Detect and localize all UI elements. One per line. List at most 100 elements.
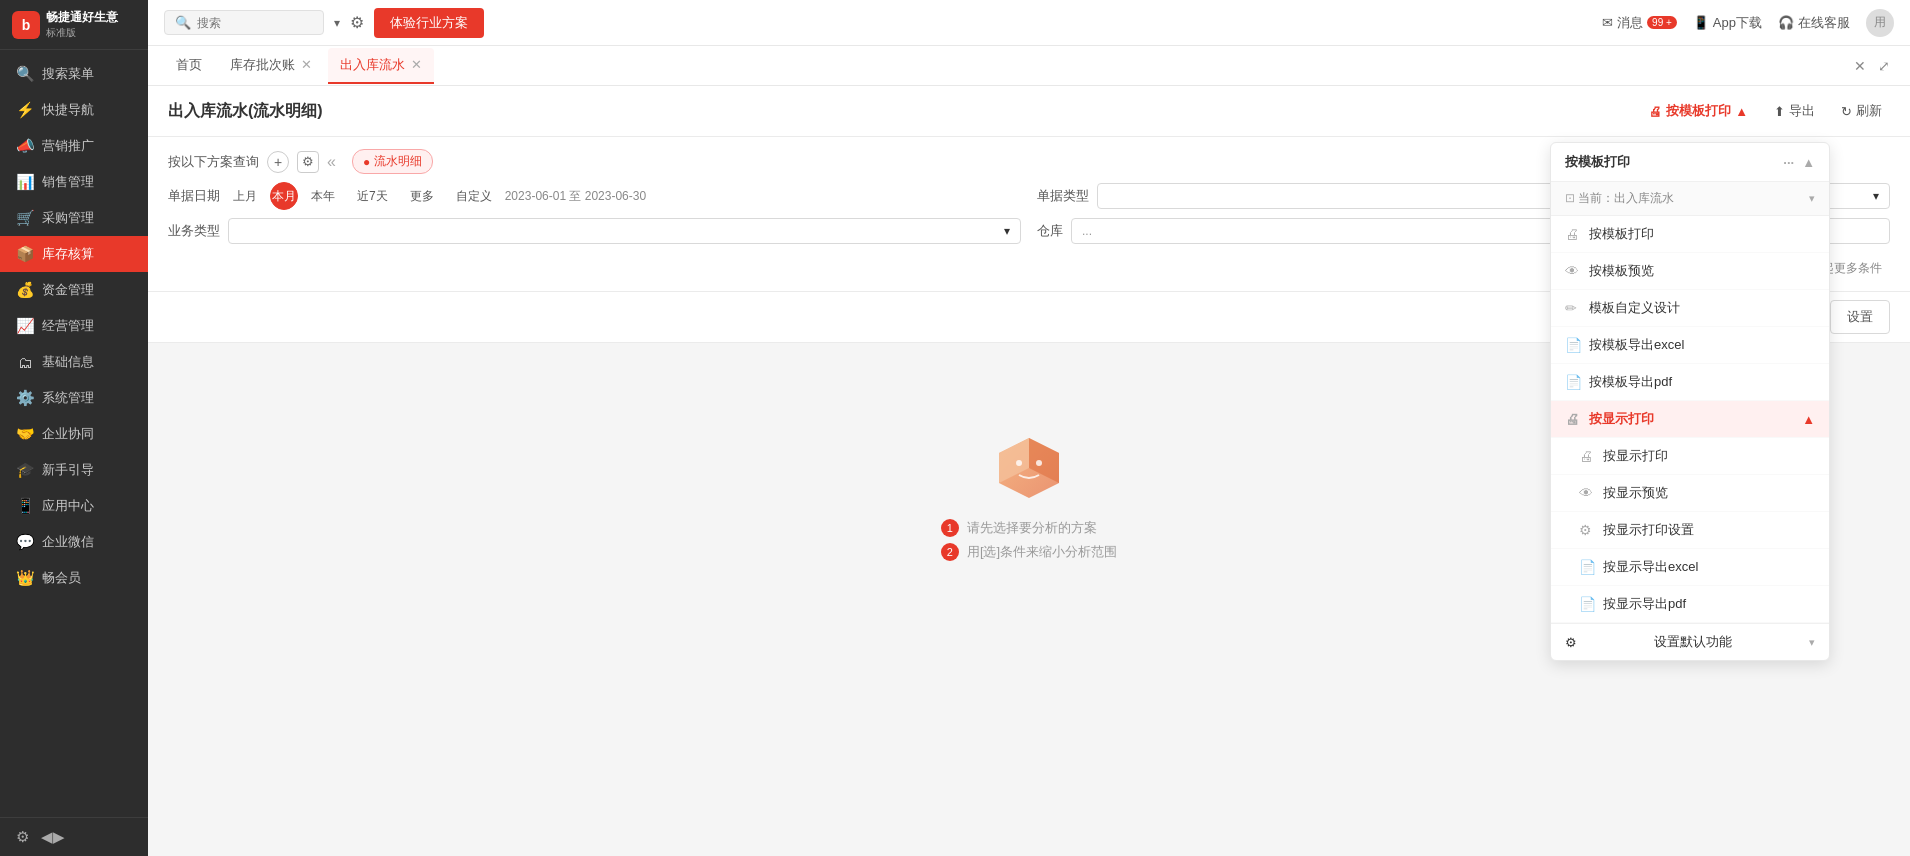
date-btn-more[interactable]: 更多 [401, 184, 443, 209]
tab-flow-detail[interactable]: 出入库流水 ✕ [328, 48, 434, 84]
sidebar-item-label-purchase: 采购管理 [42, 209, 94, 227]
display-section-chevron[interactable]: ▲ [1802, 412, 1815, 427]
export-icon: ⬆ [1774, 104, 1785, 119]
sidebar-item-operation[interactable]: 📈 经营管理 [0, 308, 148, 344]
sidebar-item-label-inventory: 库存核算 [42, 245, 94, 263]
plus-icon: + [274, 154, 282, 170]
sidebar-item-label-marketing: 营销推广 [42, 137, 94, 155]
sidebar-item-inventory[interactable]: 📦 库存核算 [0, 236, 148, 272]
dropdown-item-display-settings[interactable]: ⚙ 按显示打印设置 [1551, 512, 1829, 549]
coop-icon: 🤝 [16, 425, 34, 443]
sidebar-item-basic[interactable]: 🗂 基础信息 [0, 344, 148, 380]
sidebar-item-label-operation: 经营管理 [42, 317, 94, 335]
sidebar-item-label-coop: 企业协同 [42, 425, 94, 443]
hint-num-2: 2 [941, 543, 959, 561]
dropdown-display-section-header[interactable]: 🖨 按显示打印 ▲ [1551, 401, 1829, 438]
filter-setting-button[interactable]: ⚙ [297, 151, 319, 173]
warehouse-label: 仓库 [1037, 222, 1063, 240]
sidebar-item-coop[interactable]: 🤝 企业协同 [0, 416, 148, 452]
industry-solution-button[interactable]: 体验行业方案 [374, 8, 484, 38]
dropdown-item-display-excel[interactable]: 📄 按显示导出excel [1551, 549, 1829, 586]
wechat-icon: 💬 [16, 533, 34, 551]
sidebar-item-finance[interactable]: 💰 资金管理 [0, 272, 148, 308]
tab-batch-close-icon[interactable]: ✕ [301, 57, 312, 72]
sidebar-item-marketing[interactable]: 📣 营销推广 [0, 128, 148, 164]
search-icon: 🔍 [16, 65, 34, 83]
display-print-icon: 🖨 [1579, 448, 1595, 464]
sidebar-item-newbie[interactable]: 🎓 新手引导 [0, 452, 148, 488]
dropdown-item-display-print[interactable]: 🖨 按显示打印 [1551, 438, 1829, 475]
business-type-select[interactable]: ▾ [228, 218, 1021, 244]
topbar-dropdown-icon[interactable]: ▾ [334, 16, 340, 30]
sidebar-item-purchase[interactable]: 🛒 采购管理 [0, 200, 148, 236]
refresh-button[interactable]: ↻ 刷新 [1833, 98, 1890, 124]
date-btn-last-month[interactable]: 上月 [224, 184, 266, 209]
dropdown-item-template-print[interactable]: 🖨 按模板打印 [1551, 216, 1829, 253]
dropdown-current-chevron[interactable]: ▾ [1809, 192, 1815, 205]
sidebar-item-system[interactable]: ⚙️ 系统管理 [0, 380, 148, 416]
sidebar-item-search[interactable]: 🔍 搜索菜单 [0, 56, 148, 92]
message-icon: ✉ [1602, 15, 1613, 30]
date-btn-custom[interactable]: 自定义 [447, 184, 501, 209]
dropdown-item-label-template-excel: 按模板导出excel [1589, 336, 1684, 354]
filter-add-button[interactable]: + [267, 151, 289, 173]
dropdown-footer[interactable]: ⚙ 设置默认功能 ▾ [1551, 623, 1829, 660]
dropdown-item-template-custom[interactable]: ✏ 模板自定义设计 [1551, 290, 1829, 327]
sidebar-item-quick-nav[interactable]: ⚡ 快捷导航 [0, 92, 148, 128]
footer-gear-icon: ⚙ [1565, 635, 1577, 650]
dropdown-expand-icon[interactable]: ▲ [1802, 155, 1815, 170]
dropdown-item-template-pdf[interactable]: 📄 按模板导出pdf [1551, 364, 1829, 401]
filter-label-group: 按以下方案查询 + ⚙ « [168, 151, 336, 173]
sidebar-item-label-wechat: 企业微信 [42, 533, 94, 551]
dropdown-item-label-template-custom: 模板自定义设计 [1589, 299, 1680, 317]
topbar-search[interactable]: 🔍 [164, 10, 324, 35]
sidebar-item-label-basic: 基础信息 [42, 353, 94, 371]
tab-maximize-icon[interactable]: ⤢ [1874, 54, 1894, 78]
sidebar-item-vip[interactable]: 👑 畅会员 [0, 560, 148, 596]
avatar[interactable]: 用 [1866, 9, 1894, 37]
dropdown-item-label-template-pdf: 按模板导出pdf [1589, 373, 1672, 391]
sidebar-footer: ⚙ ◀▶ [0, 817, 148, 856]
topbar-gear-icon[interactable]: ⚙ [350, 13, 364, 32]
dropdown-item-display-preview[interactable]: 👁 按显示预览 [1551, 475, 1829, 512]
app-download-button[interactable]: 📱 App下载 [1693, 14, 1762, 32]
date-btn-this-year[interactable]: 本年 [302, 184, 344, 209]
hint-num-1: 1 [941, 519, 959, 537]
sidebar-settings-icon[interactable]: ⚙ [16, 828, 29, 846]
date-filter: 单据日期 上月 本月 本年 近7天 更多 自定义 2023-06-01 至 20… [168, 182, 1021, 210]
sidebar-collapse-icon[interactable]: ◀▶ [41, 828, 65, 846]
online-service-button[interactable]: 🎧 在线客服 [1778, 14, 1850, 32]
tab-flow-close-icon[interactable]: ✕ [411, 57, 422, 72]
date-btn-this-month[interactable]: 本月 [270, 182, 298, 210]
tab-home-label: 首页 [176, 56, 202, 74]
tab-home[interactable]: 首页 [164, 48, 214, 84]
date-btn-7days[interactable]: 近7天 [348, 184, 397, 209]
sidebar: b 畅捷通好生意 标准版 🔍 搜索菜单 ⚡ 快捷导航 📣 营销推广 📊 销售管理… [0, 0, 148, 856]
system-icon: ⚙️ [16, 389, 34, 407]
print-template-button[interactable]: 🖨 按模板打印 ▲ [1641, 98, 1756, 124]
message-button[interactable]: ✉ 消息 99 + [1602, 14, 1677, 32]
sidebar-item-wechat[interactable]: 💬 企业微信 [0, 524, 148, 560]
dropdown-item-template-excel[interactable]: 📄 按模板导出excel [1551, 327, 1829, 364]
dropdown-item-display-pdf[interactable]: 📄 按显示导出pdf [1551, 586, 1829, 623]
print-dropdown-chevron[interactable]: ▲ [1735, 104, 1748, 119]
dropdown-item-label-template-preview: 按模板预览 [1589, 262, 1654, 280]
dropdown-item-template-preview[interactable]: 👁 按模板预览 [1551, 253, 1829, 290]
message-badge: 99 + [1647, 16, 1677, 29]
dropdown-more-icon[interactable]: ··· [1783, 155, 1794, 170]
pdf-item-icon: 📄 [1565, 374, 1581, 390]
settings-button[interactable]: 设置 [1830, 300, 1890, 334]
dropdown-header: 按模板打印 ··· ▲ [1551, 143, 1829, 182]
sales-icon: 📊 [16, 173, 34, 191]
search-input[interactable] [197, 16, 297, 30]
export-button[interactable]: ⬆ 导出 [1766, 98, 1823, 124]
flow-tag[interactable]: ● 流水明细 [352, 149, 433, 174]
display-pdf-icon: 📄 [1579, 596, 1595, 612]
sidebar-item-sales[interactable]: 📊 销售管理 [0, 164, 148, 200]
tab-batch-account[interactable]: 库存批次账 ✕ [218, 48, 324, 84]
filter-collapse-btn-left[interactable]: « [327, 153, 336, 171]
empty-state-icon [979, 403, 1079, 503]
tab-close-all-icon[interactable]: ✕ [1850, 54, 1870, 78]
sidebar-item-appcenter[interactable]: 📱 应用中心 [0, 488, 148, 524]
dropdown-footer-chevron[interactable]: ▾ [1809, 636, 1815, 649]
